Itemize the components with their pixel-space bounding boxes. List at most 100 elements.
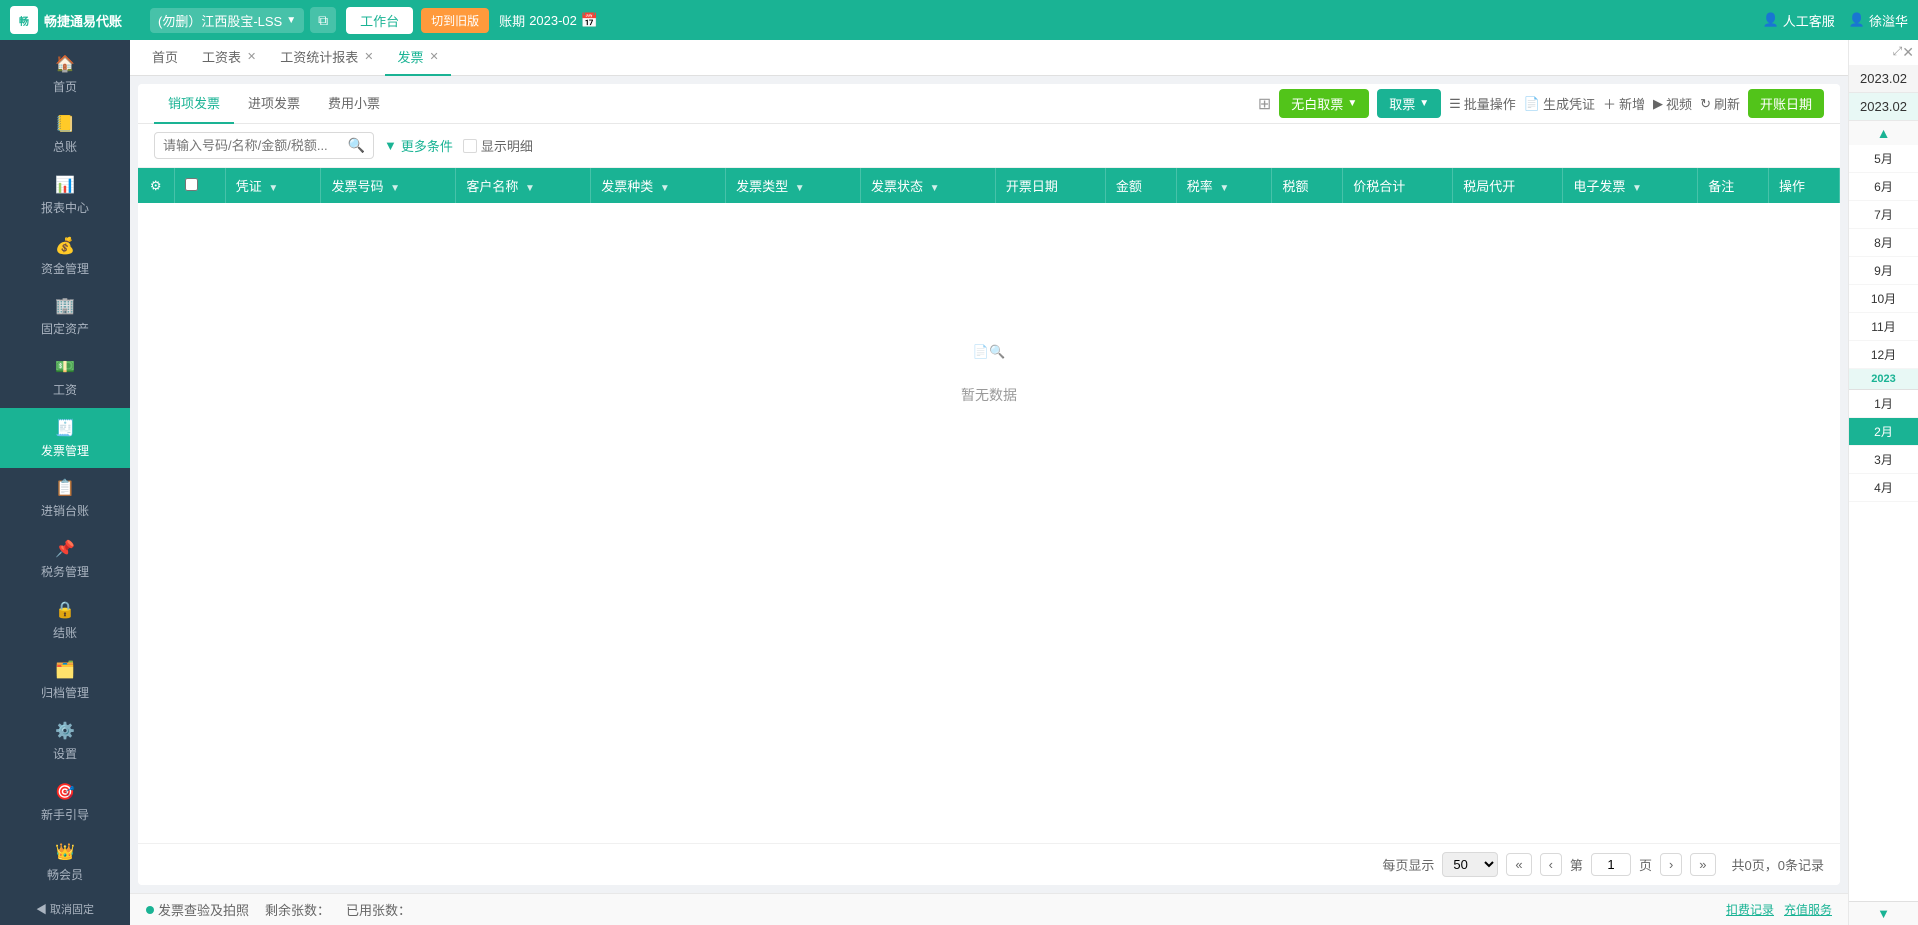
- col-tax-total[interactable]: 价税合计: [1343, 168, 1453, 203]
- sub-tab-purchase-invoice[interactable]: 进项发票: [234, 84, 314, 124]
- sidebar-label-sales: 进销台账: [41, 502, 89, 519]
- scroll-up-button[interactable]: ▲: [1849, 121, 1918, 145]
- switch-version-button[interactable]: 切到旧版: [421, 8, 489, 33]
- page-size-select[interactable]: 50 10 20 100: [1442, 852, 1498, 877]
- sidebar-item-sales[interactable]: 📋 进销台账: [0, 468, 130, 529]
- customer-filter-icon[interactable]: ▼: [525, 183, 535, 194]
- col-voucher[interactable]: 凭证 ▼: [225, 168, 321, 203]
- period-month-5[interactable]: 5月: [1849, 145, 1918, 173]
- sub-tab-expense-receipt[interactable]: 费用小票: [314, 84, 394, 124]
- col-settings[interactable]: ⚙: [138, 168, 174, 203]
- sidebar-item-home[interactable]: 🏠 首页: [0, 44, 130, 105]
- tab-home[interactable]: 首页: [140, 40, 190, 76]
- sidebar-item-member[interactable]: 👑 畅会员: [0, 832, 130, 893]
- sidebar-item-guide[interactable]: 🎯 新手引导: [0, 772, 130, 833]
- show-detail-checkbox[interactable]: [463, 139, 477, 153]
- col-invoice-type[interactable]: 发票种类 ▼: [591, 168, 726, 203]
- col-tax-rate[interactable]: 税率 ▼: [1176, 168, 1272, 203]
- period-calendar-icon[interactable]: 📅: [581, 12, 598, 29]
- page-label: 第: [1570, 855, 1583, 874]
- period-month-11[interactable]: 11月: [1849, 313, 1918, 341]
- no-ticket-button[interactable]: 无白取票 ▼: [1279, 89, 1369, 118]
- sidebar-item-settings[interactable]: ⚙️ 设置: [0, 711, 130, 772]
- search-input[interactable]: [163, 138, 342, 153]
- sidebar-item-ledger[interactable]: 📒 总账: [0, 105, 130, 166]
- get-ticket-button[interactable]: 取票 ▼: [1377, 89, 1441, 118]
- period-month-7[interactable]: 7月: [1849, 201, 1918, 229]
- support-item[interactable]: 👤 人工客服: [1763, 11, 1835, 30]
- period-month-4[interactable]: 4月: [1849, 474, 1918, 502]
- customer-service-link[interactable]: 充值服务: [1784, 901, 1832, 918]
- new-button[interactable]: ＋ 新增: [1603, 94, 1645, 113]
- sidebar-item-payroll[interactable]: 💵 工资: [0, 347, 130, 408]
- batch-ops-button[interactable]: ☰ 批量操作: [1449, 94, 1516, 113]
- voucher-filter-icon[interactable]: ▼: [268, 183, 278, 194]
- period-month-8[interactable]: 8月: [1849, 229, 1918, 257]
- unpin-button[interactable]: ◀ 取消固定: [0, 893, 130, 925]
- col-e-invoice[interactable]: 电子发票 ▼: [1563, 168, 1698, 203]
- panel-close-icon[interactable]: ✕: [1902, 44, 1914, 61]
- invoice-type-filter-icon[interactable]: ▼: [660, 183, 670, 194]
- user-item[interactable]: 👤 徐溢华: [1849, 11, 1908, 30]
- gen-voucher-button[interactable]: 📄 生成凭证: [1524, 94, 1595, 113]
- invoice-category-filter-icon[interactable]: ▼: [795, 183, 805, 194]
- period-month-6[interactable]: 6月: [1849, 173, 1918, 201]
- page-number-input[interactable]: [1591, 853, 1631, 876]
- add-account-link[interactable]: 扣费记录: [1726, 901, 1774, 918]
- video-button[interactable]: ▶ 视频: [1653, 94, 1692, 113]
- col-tax-amount[interactable]: 税额: [1272, 168, 1343, 203]
- workbench-button[interactable]: 工作台: [346, 7, 413, 34]
- sidebar-item-assets[interactable]: 🏢 固定资产: [0, 287, 130, 348]
- col-amount[interactable]: 金额: [1105, 168, 1176, 203]
- table-footer: 每页显示 50 10 20 100 « ‹ 第 页 › » 共0页，0条记录: [138, 843, 1840, 885]
- next-page-button[interactable]: ›: [1660, 853, 1682, 876]
- select-all-checkbox[interactable]: [185, 178, 198, 191]
- company-selector[interactable]: (勿删）江西股宝-LSS ▼: [150, 8, 304, 33]
- show-detail-label[interactable]: 显示明细: [463, 136, 533, 155]
- col-invoice-category[interactable]: 发票类型 ▼: [726, 168, 861, 203]
- copy-icon[interactable]: ⧉: [310, 7, 336, 33]
- tax-rate-filter-icon[interactable]: ▼: [1219, 183, 1229, 194]
- col-customer[interactable]: 客户名称 ▼: [456, 168, 591, 203]
- sidebar-item-finance[interactable]: 💰 资金管理: [0, 226, 130, 287]
- tab-payroll-table[interactable]: 工资表 ✕: [190, 40, 268, 76]
- open-period-button[interactable]: 开账日期: [1748, 89, 1824, 118]
- sub-tab-sales-invoice[interactable]: 销项发票: [154, 84, 234, 124]
- more-conditions-button[interactable]: ▼ 更多条件: [384, 136, 453, 155]
- last-page-button[interactable]: »: [1690, 853, 1715, 876]
- panel-expand-icon[interactable]: ⤢: [1893, 44, 1903, 61]
- period-month-3[interactable]: 3月: [1849, 446, 1918, 474]
- col-action[interactable]: 操作: [1769, 168, 1840, 203]
- sidebar-item-closing[interactable]: 🔒 结账: [0, 590, 130, 651]
- invoice-status-filter-icon[interactable]: ▼: [930, 183, 940, 194]
- sidebar-item-reports[interactable]: 📊 报表中心: [0, 165, 130, 226]
- col-tax-code[interactable]: 税局代开: [1453, 168, 1563, 203]
- period-month-1[interactable]: 1月: [1849, 390, 1918, 418]
- col-invoice-no[interactable]: 发票号码 ▼: [321, 168, 456, 203]
- grid-view-icon[interactable]: ⊞: [1258, 94, 1271, 114]
- prev-page-button[interactable]: ‹: [1540, 853, 1562, 876]
- tab-invoice-close[interactable]: ✕: [430, 50, 439, 63]
- tax-icon: 📌: [55, 539, 75, 559]
- e-invoice-filter-icon[interactable]: ▼: [1632, 183, 1642, 194]
- col-remark[interactable]: 备注: [1698, 168, 1769, 203]
- sidebar-item-archive[interactable]: 🗂️ 归档管理: [0, 650, 130, 711]
- period-month-9[interactable]: 9月: [1849, 257, 1918, 285]
- col-invoice-status[interactable]: 发票状态 ▼: [861, 168, 996, 203]
- scroll-down-indicator[interactable]: ▼: [1849, 901, 1918, 925]
- tab-payroll-stats[interactable]: 工资统计报表 ✕: [268, 40, 385, 76]
- period-month-12[interactable]: 12月: [1849, 341, 1918, 369]
- sidebar-item-tax[interactable]: 📌 税务管理: [0, 529, 130, 590]
- empty-message: 暂无数据: [961, 385, 1017, 405]
- tab-invoice[interactable]: 发票 ✕: [385, 40, 450, 76]
- sidebar-item-invoices[interactable]: 🧾 发票管理: [0, 408, 130, 469]
- col-checkbox[interactable]: [174, 168, 225, 203]
- period-month-2[interactable]: 2月: [1849, 418, 1918, 446]
- refresh-button[interactable]: ↻ 刷新: [1700, 94, 1740, 113]
- tab-payroll-table-close[interactable]: ✕: [247, 50, 256, 63]
- period-month-10[interactable]: 10月: [1849, 285, 1918, 313]
- first-page-button[interactable]: «: [1506, 853, 1531, 876]
- col-open-date[interactable]: 开票日期: [995, 168, 1105, 203]
- tab-payroll-stats-close[interactable]: ✕: [364, 50, 373, 63]
- invoice-no-filter-icon[interactable]: ▼: [390, 183, 400, 194]
